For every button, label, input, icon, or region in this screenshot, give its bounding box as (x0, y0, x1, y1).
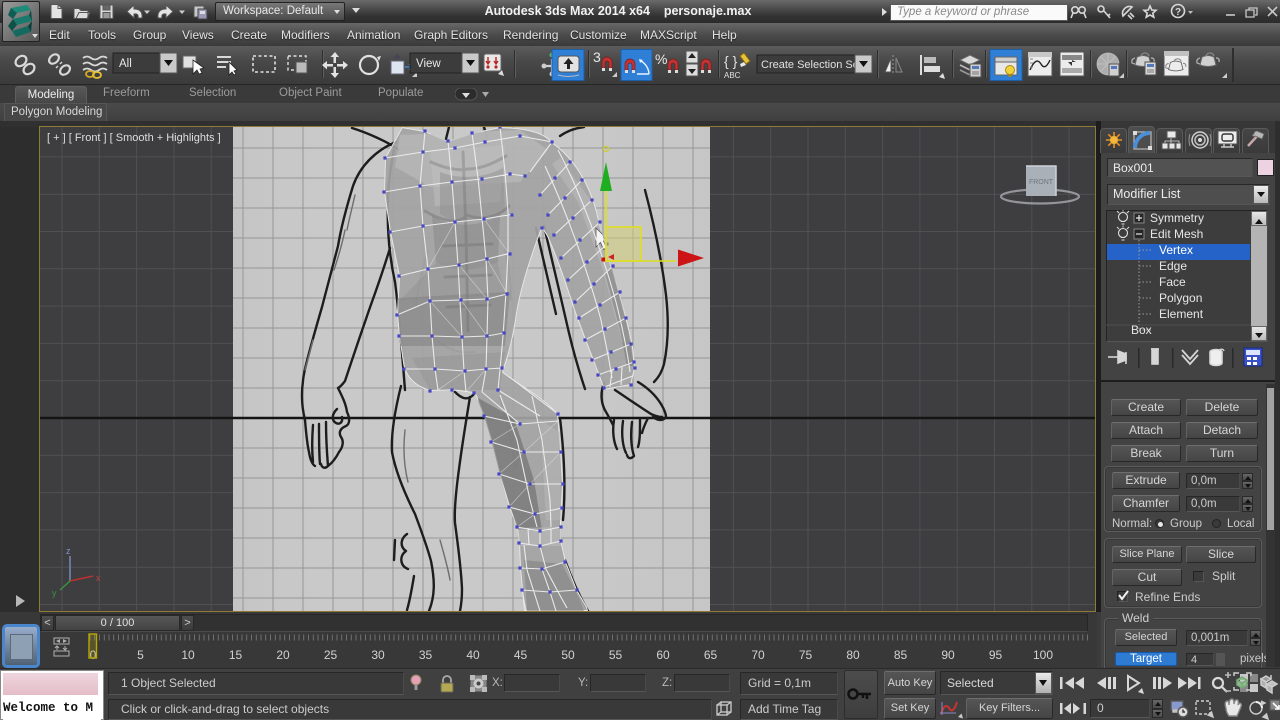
svg-text:35: 35 (419, 648, 433, 662)
svg-text:Face: Face (1159, 275, 1186, 289)
svg-text:Symmetry: Symmetry (1150, 211, 1204, 225)
svg-text:70: 70 (751, 648, 765, 662)
svg-text:Edge: Edge (1159, 259, 1187, 273)
svg-text:3: 3 (593, 49, 601, 65)
svg-text:x: x (96, 573, 101, 583)
svg-text:z: z (66, 546, 71, 556)
svg-text:85: 85 (894, 648, 908, 662)
svg-text:100: 100 (1033, 648, 1053, 662)
svg-text:5: 5 (137, 648, 144, 662)
svg-text:Element: Element (1159, 307, 1204, 321)
svg-text:45: 45 (514, 648, 528, 662)
svg-text:20: 20 (276, 648, 290, 662)
svg-text:?: ? (1175, 7, 1181, 18)
svg-text:y: y (52, 588, 57, 598)
svg-text:55: 55 (609, 648, 623, 662)
svg-text:Create Selection Se: Create Selection Se (761, 59, 859, 71)
svg-text:10: 10 (181, 648, 195, 662)
svg-text:15: 15 (229, 648, 243, 662)
svg-text:50: 50 (561, 648, 575, 662)
svg-text:[ + ] [ Front ] [ Smooth + Hig: [ + ] [ Front ] [ Smooth + Highlights ] (47, 132, 221, 144)
svg-text:ABC: ABC (724, 71, 741, 80)
svg-text:{ }: { } (724, 53, 738, 69)
svg-text:25: 25 (324, 648, 338, 662)
svg-text:40: 40 (466, 648, 480, 662)
svg-text:65: 65 (704, 648, 718, 662)
svg-text:95: 95 (989, 648, 1003, 662)
svg-text:75: 75 (799, 648, 813, 662)
svg-text:All: All (119, 58, 132, 70)
svg-text:Polygon: Polygon (1159, 291, 1202, 305)
svg-text:90: 90 (941, 648, 955, 662)
svg-text:FRONT: FRONT (1029, 179, 1054, 186)
svg-text:80: 80 (846, 648, 860, 662)
svg-text:30: 30 (371, 648, 385, 662)
svg-text:Vertex: Vertex (1159, 243, 1193, 257)
svg-text:View: View (416, 58, 441, 70)
svg-text:60: 60 (656, 648, 670, 662)
svg-text:Edit Mesh: Edit Mesh (1150, 227, 1203, 241)
svg-text:%: % (655, 51, 667, 67)
